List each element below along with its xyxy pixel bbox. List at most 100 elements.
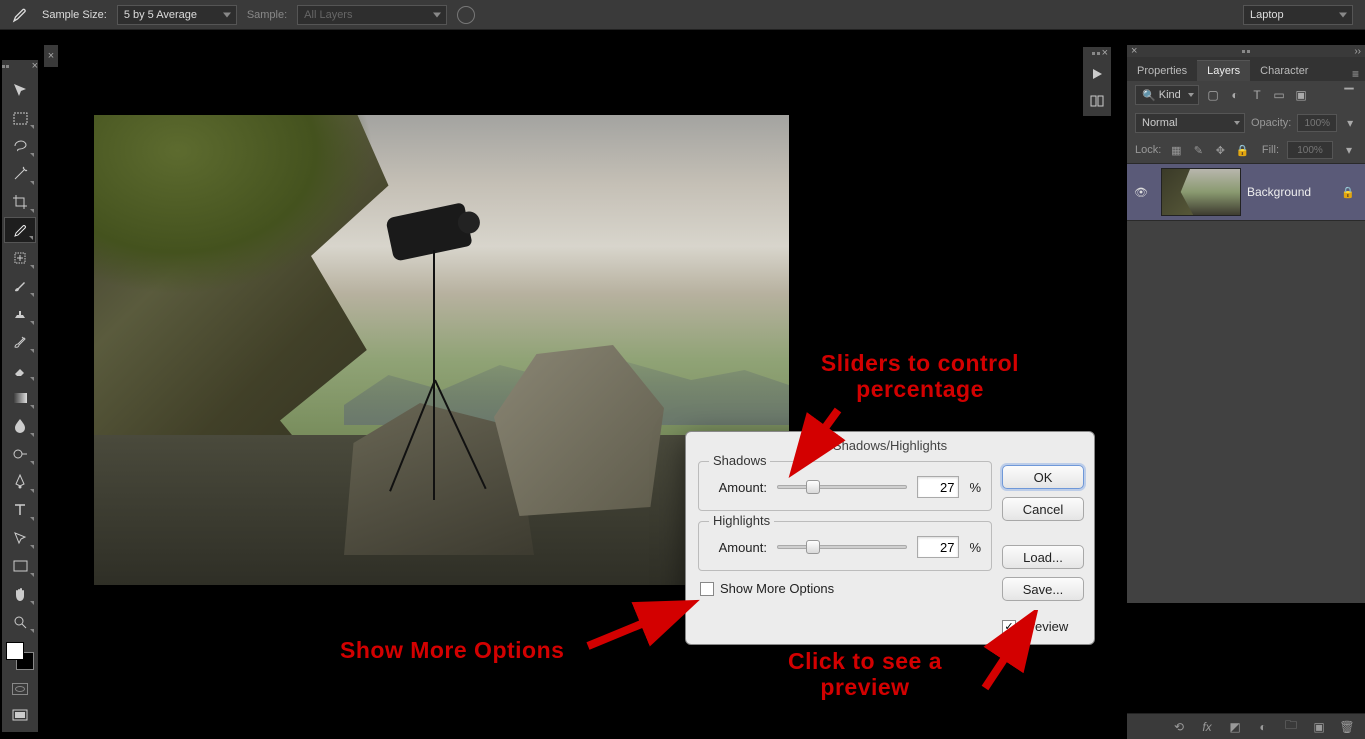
highlights-amount-label: Amount: <box>709 540 767 555</box>
fill-value[interactable]: 100% <box>1287 141 1333 159</box>
move-tool[interactable] <box>4 77 36 103</box>
save-button[interactable]: Save... <box>1002 577 1084 601</box>
healing-brush-tool[interactable] <box>4 245 36 271</box>
gradient-tool[interactable] <box>4 385 36 411</box>
sample-select: All Layers <box>297 5 447 25</box>
layer-row[interactable]: 👁 Background 🔒 <box>1127 163 1365 221</box>
layers-footer: ⟲ fx ◩ ◐ 🗀 ▣ 🗑 <box>1127 713 1365 739</box>
delete-layer-icon[interactable]: 🗑 <box>1339 719 1355 735</box>
opacity-value[interactable]: 100% <box>1297 114 1337 132</box>
opacity-flyout-icon[interactable]: ▾ <box>1343 115 1357 131</box>
path-selection-tool[interactable] <box>4 525 36 551</box>
options-bar: Sample Size: 5 by 5 Average Sample: All … <box>0 0 1365 30</box>
workspace-select[interactable]: Laptop <box>1243 5 1353 25</box>
lasso-tool[interactable] <box>4 133 36 159</box>
annotation-preview: Click to see a preview <box>785 648 945 701</box>
lock-position-icon[interactable]: ✥ <box>1213 143 1227 157</box>
marquee-tool[interactable] <box>4 105 36 131</box>
new-layer-icon[interactable]: ▣ <box>1311 719 1327 735</box>
pen-tool[interactable] <box>4 469 36 495</box>
filter-pixel-icon[interactable]: ▢ <box>1205 87 1221 103</box>
screenmode-toggle[interactable] <box>4 704 36 726</box>
panel-menu-icon[interactable]: ≡ <box>1346 67 1365 81</box>
show-more-options-label: Show More Options <box>720 581 834 596</box>
preview-checkbox[interactable]: ✓ <box>1002 620 1016 634</box>
hand-tool[interactable] <box>4 581 36 607</box>
eraser-tool[interactable] <box>4 357 36 383</box>
color-swatches[interactable] <box>6 642 34 670</box>
highlights-unit: % <box>969 540 981 555</box>
layer-name[interactable]: Background <box>1247 185 1341 199</box>
magic-wand-tool[interactable] <box>4 161 36 187</box>
play-icon[interactable] <box>1085 62 1109 86</box>
fill-label: Fill: <box>1262 144 1279 156</box>
filter-toggle[interactable]: ▔ <box>1341 87 1357 103</box>
layer-style-icon[interactable]: fx <box>1199 719 1215 735</box>
blend-mode-select[interactable]: Normal <box>1135 113 1245 133</box>
cancel-button[interactable]: Cancel <box>1002 497 1084 521</box>
blur-tool[interactable] <box>4 413 36 439</box>
shadows-group: Shadows Amount: % <box>698 461 992 511</box>
filter-adjust-icon[interactable]: ◐ <box>1227 87 1243 103</box>
zoom-tool[interactable] <box>4 609 36 635</box>
filter-type-icon[interactable]: T <box>1249 87 1265 103</box>
lock-transparent-icon[interactable]: ▦ <box>1169 143 1183 157</box>
shadows-unit: % <box>969 480 981 495</box>
lock-paint-icon[interactable]: ✎ <box>1191 143 1205 157</box>
layer-mask-icon[interactable]: ◩ <box>1227 719 1243 735</box>
layer-list: 👁 Background 🔒 <box>1127 163 1365 603</box>
brush-tool[interactable] <box>4 273 36 299</box>
highlights-amount-slider[interactable] <box>777 545 907 549</box>
eyedropper-tool[interactable] <box>4 217 36 243</box>
layers-panel: ×›› Properties Layers Character ≡ 🔍 Kind… <box>1127 45 1365 603</box>
show-more-options-checkbox[interactable] <box>700 582 714 596</box>
shadows-amount-slider[interactable] <box>777 485 907 489</box>
visibility-eye-icon[interactable]: 👁 <box>1127 186 1155 199</box>
crop-tool[interactable] <box>4 189 36 215</box>
panel-grip[interactable]: ×›› <box>1127 45 1365 57</box>
annotation-sliders: Sliders to control percentage <box>805 350 1035 403</box>
panel-icon[interactable] <box>1085 89 1109 113</box>
load-button[interactable]: Load... <box>1002 545 1084 569</box>
clone-stamp-tool[interactable] <box>4 301 36 327</box>
tab-properties[interactable]: Properties <box>1127 61 1197 81</box>
document-tab-grip[interactable]: × <box>44 45 58 67</box>
history-brush-tool[interactable] <box>4 329 36 355</box>
eyedropper-tool-icon[interactable] <box>8 3 32 27</box>
layer-filter-kind[interactable]: 🔍 Kind <box>1135 85 1199 105</box>
sample-size-select[interactable]: 5 by 5 Average <box>117 5 237 25</box>
highlights-legend: Highlights <box>709 513 774 528</box>
preview-label: Preview <box>1022 619 1068 634</box>
right-panels: × ×›› Properties Layers Character ≡ 🔍 Ki… <box>1113 45 1365 739</box>
ok-button[interactable]: OK <box>1002 465 1084 489</box>
shadows-amount-label: Amount: <box>709 480 767 495</box>
shape-tool[interactable] <box>4 553 36 579</box>
toolbox-grip[interactable]: × <box>2 60 38 72</box>
highlights-amount-input[interactable] <box>917 536 959 558</box>
layer-lock-icon: 🔒 <box>1341 186 1365 199</box>
highlights-group: Highlights Amount: % <box>698 521 992 571</box>
filter-smart-icon[interactable]: ▣ <box>1293 87 1309 103</box>
sample-size-label: Sample Size: <box>42 9 107 21</box>
annotation-show-more: Show More Options <box>340 637 564 663</box>
sample-ring-icon[interactable] <box>457 6 475 24</box>
lock-label: Lock: <box>1135 144 1161 156</box>
opacity-label: Opacity: <box>1251 117 1291 129</box>
filter-shape-icon[interactable]: ▭ <box>1271 87 1287 103</box>
group-icon[interactable]: 🗀 <box>1283 719 1299 735</box>
link-layers-icon[interactable]: ⟲ <box>1171 719 1187 735</box>
shadows-highlights-dialog: Shadows/Highlights Shadows Amount: % Hig… <box>685 431 1095 645</box>
dodge-tool[interactable] <box>4 441 36 467</box>
shadows-amount-input[interactable] <box>917 476 959 498</box>
adjustment-layer-icon[interactable]: ◐ <box>1255 719 1271 735</box>
type-tool[interactable] <box>4 497 36 523</box>
lock-all-icon[interactable]: 🔒 <box>1235 143 1249 157</box>
quickmask-toggle[interactable] <box>4 678 36 700</box>
sample-label: Sample: <box>247 9 287 21</box>
toolbox: × <box>2 60 38 732</box>
layer-thumbnail[interactable] <box>1161 168 1241 216</box>
shadows-legend: Shadows <box>709 453 770 468</box>
tab-layers[interactable]: Layers <box>1197 60 1250 81</box>
tab-character[interactable]: Character <box>1250 61 1318 81</box>
fill-flyout-icon[interactable]: ▾ <box>1341 142 1357 158</box>
